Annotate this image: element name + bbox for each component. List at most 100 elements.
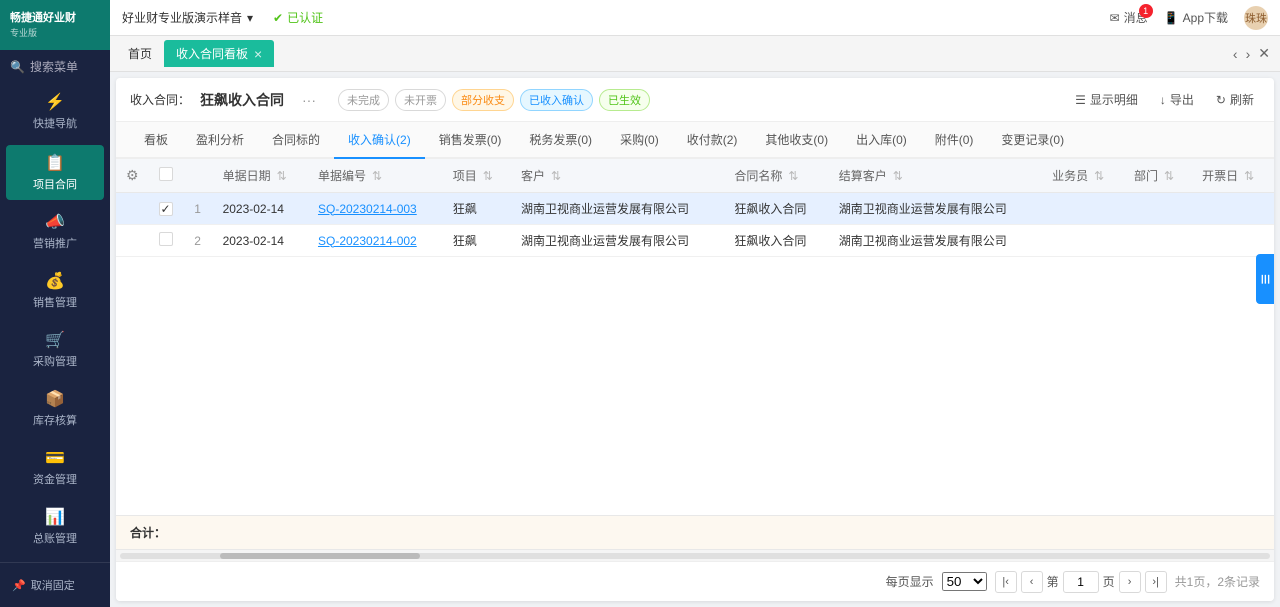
close-tab-button[interactable]: × — [254, 46, 262, 62]
company-selector[interactable]: 好业财专业版演示样音 ▾ — [122, 9, 253, 26]
tab-tax-invoice[interactable]: 税务发票(0) — [515, 122, 606, 159]
status-tag-partial[interactable]: 部分收支 — [452, 89, 514, 111]
customer-sort-icon: ⇅ — [551, 169, 561, 183]
search-label: 搜索菜单 — [30, 58, 78, 75]
project-col-header[interactable]: 项目 ⇅ — [443, 159, 511, 193]
customer-cell: 湖南卫视商业运营发展有限公司 — [511, 225, 724, 257]
tab-next-icon[interactable]: › — [1246, 46, 1251, 62]
date-sort-icon: ⇅ — [277, 169, 287, 183]
tab-profit[interactable]: 盈利分析 — [182, 122, 258, 159]
horizontal-scrollbar[interactable] — [116, 549, 1274, 561]
cert-label: 已认证 — [287, 9, 323, 26]
check-icon: ✔ — [273, 11, 283, 25]
side-action-button[interactable]: ≡ — [1256, 254, 1274, 304]
checkbox-cell[interactable] — [149, 225, 183, 257]
status-tag-uninvoiced[interactable]: 未开票 — [395, 89, 446, 111]
message-button[interactable]: ✉ 1 消息 — [1110, 9, 1148, 26]
scrollbar-track — [120, 553, 1270, 559]
quicknav-icon: ⚡ — [45, 92, 65, 112]
sidebar-item-quicknav[interactable]: ⚡ 快捷导航 — [6, 84, 104, 139]
settings-cell — [116, 193, 149, 225]
date-col-header[interactable]: 单据日期 ⇅ — [213, 159, 308, 193]
sidebar-item-marketing[interactable]: 📣 营销推广 — [6, 204, 104, 259]
home-tab[interactable]: 首页 — [120, 45, 160, 62]
sidebar-item-purchase[interactable]: 🛒 采购管理 — [6, 322, 104, 377]
cert-status: ✔ 已认证 — [273, 9, 323, 26]
tab-prev-icon[interactable]: ‹ — [1233, 46, 1238, 62]
active-tab-label: 收入合同看板 — [176, 45, 248, 62]
next-page-button[interactable]: › — [1119, 571, 1141, 593]
user-profile[interactable]: 珠珠 — [1244, 6, 1268, 30]
tab-sales-invoice[interactable]: 销售发票(0) — [425, 122, 516, 159]
unpin-button[interactable]: 📌 取消固定 — [8, 571, 102, 599]
search-menu[interactable]: 🔍 搜索菜单 — [0, 50, 110, 83]
dept-sort-icon: ⇅ — [1164, 169, 1174, 183]
show-detail-button[interactable]: ☰ 显示明细 — [1069, 88, 1144, 111]
column-settings-icon[interactable]: ⚙ — [126, 167, 139, 183]
sidebar-item-label: 资金管理 — [33, 471, 77, 487]
active-tab[interactable]: 收入合同看板 × — [164, 40, 274, 67]
checkbox-cell[interactable]: ✓ — [149, 193, 183, 225]
checkbox-col-header — [149, 159, 183, 193]
row-checkbox[interactable]: ✓ — [159, 202, 173, 216]
sidebar-item-finance[interactable]: 💳 资金管理 — [6, 440, 104, 495]
tab-changes[interactable]: 变更记录(0) — [987, 122, 1078, 159]
page-input[interactable] — [1063, 571, 1099, 593]
document-number-link[interactable]: SQ-20230214-002 — [318, 234, 417, 248]
tab-subject[interactable]: 合同标的 — [258, 122, 334, 159]
per-page-select[interactable]: 20 50 100 — [942, 572, 987, 591]
number-cell[interactable]: SQ-20230214-002 — [308, 225, 443, 257]
contract-name-col-header[interactable]: 合同名称 ⇅ — [724, 159, 828, 193]
sidebar-item-sales[interactable]: 💰 销售管理 — [6, 263, 104, 318]
app-download-label: App下载 — [1183, 9, 1228, 26]
tab-other[interactable]: 其他收支(0) — [751, 122, 842, 159]
settings-col-header: ⚙ — [116, 159, 149, 193]
sidebar-item-label: 快捷导航 — [33, 115, 77, 131]
dept-col-header[interactable]: 部门 ⇅ — [1124, 159, 1192, 193]
number-sort-icon: ⇅ — [372, 169, 382, 183]
sidebar-item-inventory[interactable]: 📦 库存核算 — [6, 381, 104, 436]
pagination: 每页显示 20 50 100 |‹ ‹ 第 页 › ›| 共1页，2条记录 — [116, 561, 1274, 601]
scrollbar-thumb[interactable] — [220, 553, 420, 559]
status-tag-confirmed[interactable]: 已收入确认 — [520, 89, 593, 111]
tab-close-icon[interactable]: ✕ — [1258, 45, 1270, 62]
avatar-initials: 珠珠 — [1245, 10, 1267, 26]
dept-cell — [1124, 225, 1192, 257]
number-col-header[interactable]: 单据编号 ⇅ — [308, 159, 443, 193]
side-expand-icon: ≡ — [1255, 274, 1275, 285]
document-number-link[interactable]: SQ-20230214-003 — [318, 202, 417, 216]
tab-attachment[interactable]: 附件(0) — [921, 122, 988, 159]
contract-header: 收入合同： 狂飙收入合同 ··· 未完成 未开票 部分收支 已收入确认 已生效 … — [116, 78, 1274, 122]
table-row[interactable]: ✓ 1 2023-02-14 SQ-20230214-003 狂飙 湖南卫视商业… — [116, 193, 1274, 225]
sidebar-item-label: 项目合同 — [33, 176, 77, 192]
tab-revenue[interactable]: 收入确认(2) — [334, 122, 425, 159]
per-page-label: 每页显示 — [886, 573, 934, 590]
tab-warehouse[interactable]: 出入库(0) — [842, 122, 921, 159]
last-page-button[interactable]: ›| — [1145, 571, 1167, 593]
select-all-checkbox[interactable] — [159, 167, 173, 181]
export-button[interactable]: ↓ 导出 — [1154, 88, 1200, 111]
settings-cell — [116, 225, 149, 257]
row-checkbox[interactable] — [159, 232, 173, 246]
sidebar-item-ledger[interactable]: 📊 总账管理 — [6, 499, 104, 554]
status-tag-effective[interactable]: 已生效 — [599, 89, 650, 111]
salesperson-col-header[interactable]: 业务员 ⇅ — [1042, 159, 1124, 193]
more-options-button[interactable]: ··· — [302, 92, 316, 108]
tab-kanban[interactable]: 看板 — [130, 122, 182, 159]
invoice-date-col-header[interactable]: 开票日 ⇅ — [1192, 159, 1274, 193]
sidebar-item-project[interactable]: 📋 项目合同 — [6, 145, 104, 200]
customer-col-header[interactable]: 客户 ⇅ — [511, 159, 724, 193]
app-download-button[interactable]: 📱 App下载 — [1164, 9, 1228, 26]
table-row[interactable]: 2 2023-02-14 SQ-20230214-002 狂飙 湖南卫视商业运营… — [116, 225, 1274, 257]
project-sort-icon: ⇅ — [483, 169, 493, 183]
refresh-button[interactable]: ↻ 刷新 — [1210, 88, 1260, 111]
sidebar-item-label: 库存核算 — [33, 412, 77, 428]
detail-icon: ☰ — [1075, 93, 1086, 107]
first-page-button[interactable]: |‹ — [995, 571, 1017, 593]
end-customer-col-header[interactable]: 结算客户 ⇅ — [829, 159, 1042, 193]
number-cell[interactable]: SQ-20230214-003 — [308, 193, 443, 225]
status-tag-uncomplete[interactable]: 未完成 — [338, 89, 389, 111]
tab-payment[interactable]: 收付款(2) — [673, 122, 752, 159]
prev-page-button[interactable]: ‹ — [1021, 571, 1043, 593]
tab-purchase[interactable]: 采购(0) — [606, 122, 673, 159]
